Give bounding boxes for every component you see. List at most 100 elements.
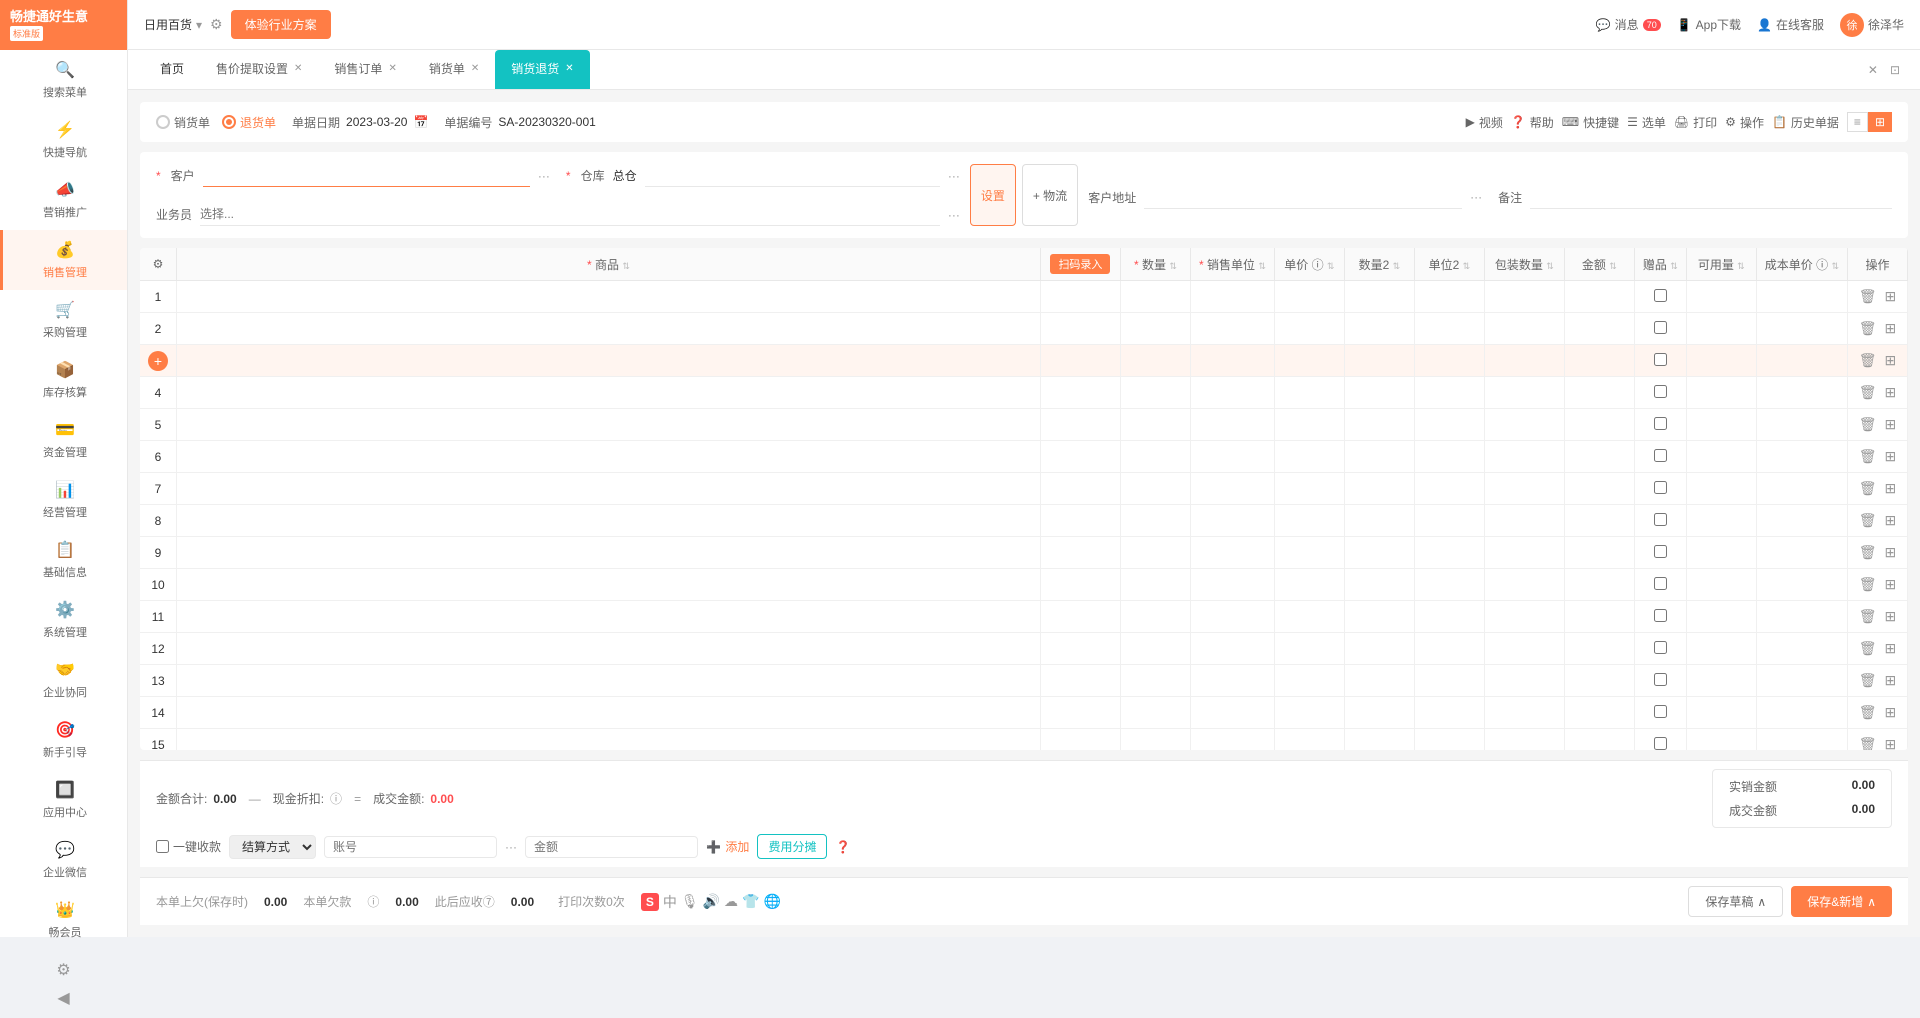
add-payment-btn[interactable]: ➕ 添加 — [706, 838, 749, 856]
remark-input[interactable] — [1530, 186, 1892, 209]
action-history[interactable]: 📋 历史单据 — [1772, 112, 1839, 132]
gift-checkbox[interactable] — [1654, 289, 1667, 302]
action-help[interactable]: ❓ 帮助 — [1511, 112, 1554, 132]
settings-bottom-icon[interactable]: ⚙ — [56, 960, 70, 980]
copy-btn[interactable]: ⊞ — [1883, 638, 1899, 659]
delete-btn[interactable]: 🗑 — [1857, 286, 1879, 307]
gift-cell[interactable] — [1634, 281, 1686, 313]
copy-btn[interactable]: ⊞ — [1883, 542, 1899, 563]
sort-icon[interactable]: ⇅ — [1831, 261, 1839, 271]
sidebar-item-newbie[interactable]: 🎯 新手引导 — [0, 710, 127, 770]
pack-cell[interactable] — [1484, 345, 1564, 377]
delete-btn[interactable]: 🗑 — [1857, 734, 1879, 750]
unit-cell[interactable] — [1190, 281, 1274, 313]
daily-selector[interactable]: 日用百货 ▾ — [144, 16, 202, 33]
customer-input[interactable] — [203, 164, 530, 187]
copy-btn[interactable]: ⊞ — [1883, 702, 1899, 723]
available-cell[interactable] — [1686, 281, 1756, 313]
copy-btn[interactable]: ⊞ — [1883, 350, 1899, 371]
add-row-btn[interactable]: + — [148, 351, 168, 371]
sort-icon[interactable]: ⇅ — [1546, 261, 1554, 271]
delete-btn[interactable]: 🗑 — [1857, 542, 1879, 563]
pack-cell[interactable] — [1484, 281, 1564, 313]
address-input[interactable] — [1144, 186, 1462, 209]
delete-btn[interactable]: 🗑 — [1857, 478, 1879, 499]
copy-btn[interactable]: ⊞ — [1883, 286, 1899, 307]
unit-cell[interactable] — [1190, 345, 1274, 377]
copy-btn[interactable]: ⊞ — [1883, 574, 1899, 595]
tool-icon-6[interactable]: 🌐 — [763, 893, 780, 910]
sidebar-item-search[interactable]: 🔍 搜索菜单 — [0, 50, 127, 110]
sort-icon[interactable]: ⇅ — [1737, 261, 1745, 271]
salesperson-input[interactable] — [200, 203, 940, 226]
unit2-cell[interactable] — [1414, 313, 1484, 345]
tool-icon-5[interactable]: 👕 — [742, 893, 759, 910]
tab-close-icon[interactable]: ✕ — [388, 63, 396, 74]
copy-btn[interactable]: ⊞ — [1883, 734, 1899, 750]
sidebar-item-operation[interactable]: 📊 经营管理 — [0, 470, 127, 530]
unit-cell[interactable] — [1190, 313, 1274, 345]
action-video[interactable]: ▶ 视频 — [1466, 112, 1503, 132]
product-cell[interactable] — [177, 313, 1041, 345]
delete-btn[interactable]: 🗑 — [1857, 446, 1879, 467]
account-dots[interactable]: ··· — [505, 840, 517, 854]
one-click-pay-check[interactable] — [156, 840, 169, 853]
experience-btn[interactable]: 体验行业方案 — [231, 10, 331, 39]
address-dots[interactable]: ··· — [1470, 190, 1482, 204]
calc-method-select[interactable]: 结算方式 — [229, 835, 316, 859]
delete-btn[interactable]: 🗑 — [1857, 574, 1879, 595]
gift-cell[interactable] — [1634, 345, 1686, 377]
qty2-cell[interactable] — [1344, 281, 1414, 313]
sidebar-item-system[interactable]: ⚙️ 系统管理 — [0, 590, 127, 650]
settings-btn[interactable]: 设置 — [970, 164, 1016, 226]
qty2-cell[interactable] — [1344, 313, 1414, 345]
price-cell[interactable] — [1274, 281, 1344, 313]
qty2-cell[interactable] — [1344, 345, 1414, 377]
qty-cell[interactable] — [1120, 281, 1190, 313]
radio-sales[interactable]: 销货单 — [156, 114, 210, 131]
account-input[interactable] — [324, 836, 497, 858]
sort-icon[interactable]: ⇅ — [1327, 261, 1335, 271]
cost-cell[interactable] — [1756, 345, 1847, 377]
topbar-settings-icon[interactable]: ⚙ — [210, 16, 223, 33]
save-draft-btn[interactable]: 保存草稿 ∧ — [1688, 886, 1783, 917]
sort-icon[interactable]: ⇅ — [1258, 261, 1266, 271]
sidebar-item-basic[interactable]: 📋 基础信息 — [0, 530, 127, 590]
fee-split-btn[interactable]: 费用分摊 — [757, 834, 827, 859]
copy-btn[interactable]: ⊞ — [1883, 478, 1899, 499]
table-view-btn[interactable]: ⊞ — [1868, 112, 1892, 132]
discount-help-icon[interactable]: ⓘ — [330, 790, 342, 807]
delete-btn[interactable]: 🗑 — [1857, 350, 1879, 371]
sort-icon[interactable]: ⇅ — [622, 261, 630, 271]
user-info[interactable]: 徐 徐泽华 — [1840, 13, 1904, 37]
tab-close-icon[interactable]: ✕ — [294, 63, 302, 74]
radio-return[interactable]: 退货单 — [222, 114, 276, 131]
sidebar-item-wechat[interactable]: 💬 企业微信 — [0, 830, 127, 890]
sort-icon[interactable]: ⇅ — [1609, 261, 1617, 271]
scan-btn[interactable]: 扫码录入 — [1050, 254, 1110, 274]
price-cell[interactable] — [1274, 345, 1344, 377]
tab-sales-return[interactable]: 销货退货 ✕ — [495, 50, 589, 89]
pack-cell[interactable] — [1484, 313, 1564, 345]
sidebar-item-enterprise[interactable]: 🤝 企业协同 — [0, 650, 127, 710]
cost-cell[interactable] — [1756, 281, 1847, 313]
expand-tab-icon[interactable]: ⊡ — [1886, 63, 1904, 77]
sidebar-item-marketing[interactable]: 📣 营销推广 — [0, 170, 127, 230]
calendar-icon[interactable]: 📅 — [413, 115, 428, 129]
unit2-cell[interactable] — [1414, 345, 1484, 377]
th-settings[interactable]: ⚙ — [140, 248, 177, 281]
save-new-btn[interactable]: 保存&新增 ∧ — [1791, 886, 1892, 917]
warehouse-dots[interactable]: ··· — [948, 169, 960, 183]
product-input[interactable] — [185, 354, 1032, 368]
tab-sales[interactable]: 销货单 ✕ — [413, 50, 495, 89]
sort-icon[interactable]: ⇅ — [1463, 261, 1471, 271]
gift-cell[interactable] — [1634, 313, 1686, 345]
amount-cell[interactable] — [1564, 313, 1634, 345]
copy-btn[interactable]: ⊞ — [1883, 382, 1899, 403]
delete-btn[interactable]: 🗑 — [1857, 638, 1879, 659]
available-cell[interactable] — [1686, 345, 1756, 377]
tab-close-icon[interactable]: ✕ — [471, 63, 479, 74]
online-service-btn[interactable]: 👤 在线客服 — [1757, 16, 1824, 33]
copy-btn[interactable]: ⊞ — [1883, 318, 1899, 339]
sidebar-item-apps[interactable]: 🔲 应用中心 — [0, 770, 127, 830]
